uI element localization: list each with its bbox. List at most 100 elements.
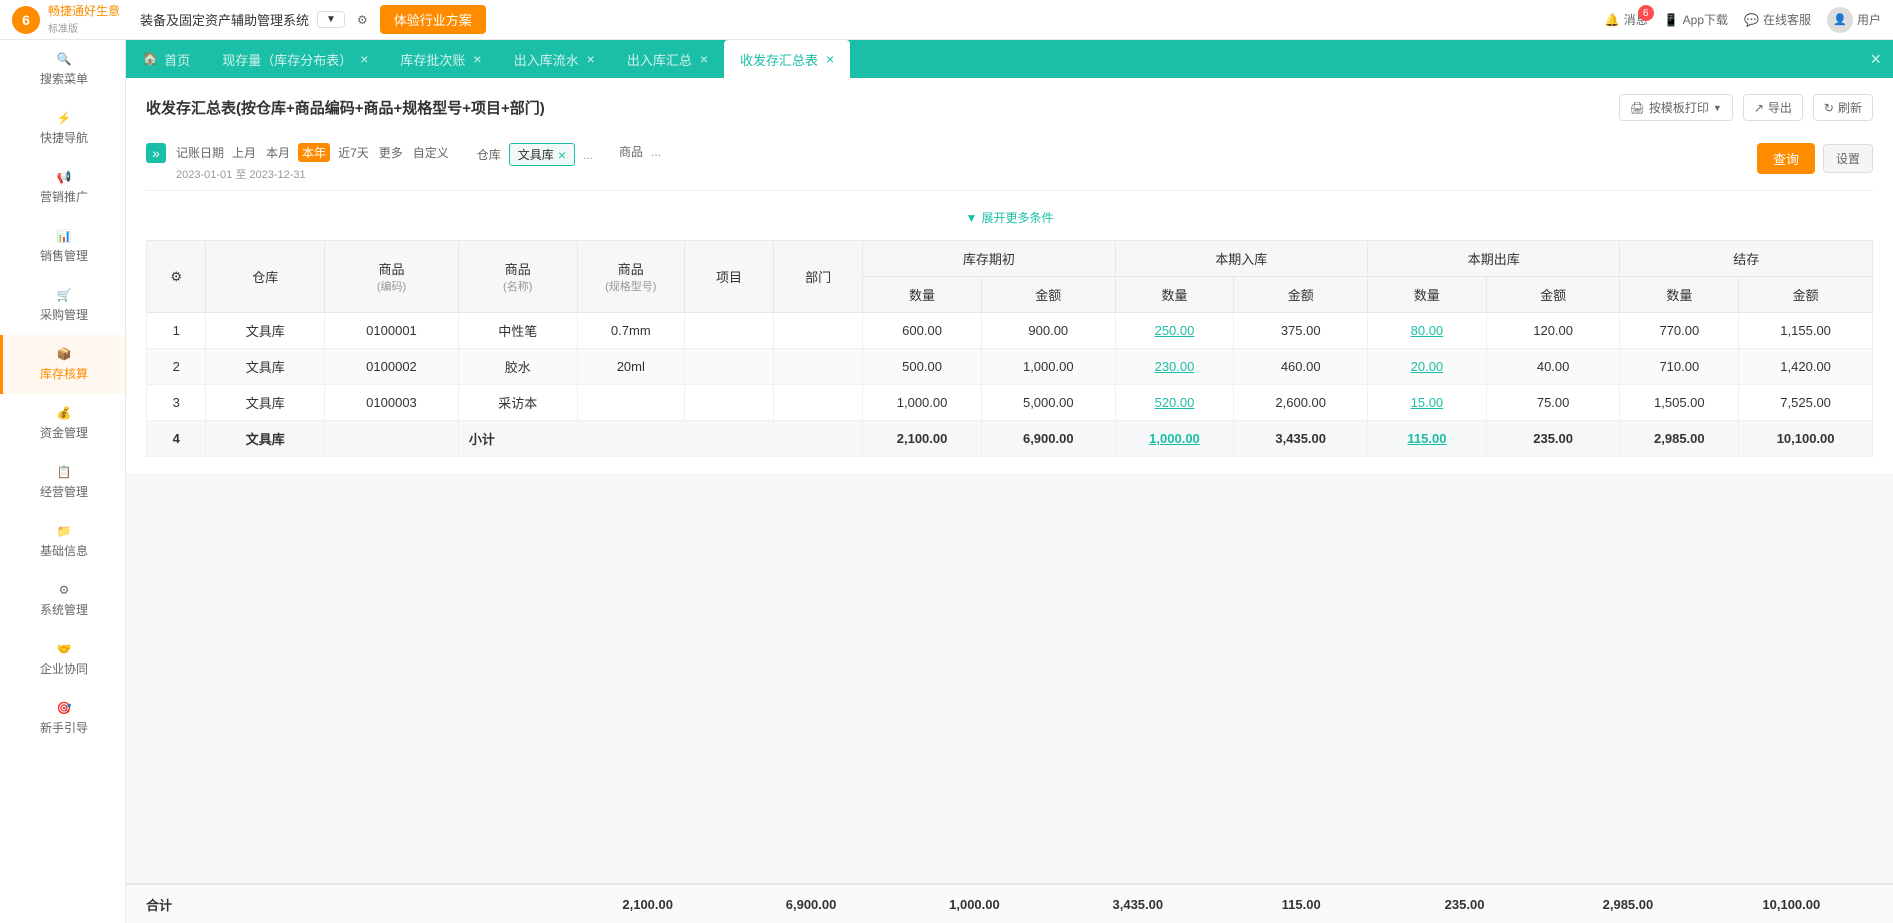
- print-label: 按模板打印: [1649, 99, 1709, 116]
- bell-icon: 🔔: [1605, 13, 1620, 27]
- warehouse-icon: 📦: [57, 347, 72, 361]
- th-name: 商品(名称): [458, 241, 577, 313]
- tab-bar: 🏠 首页 现存量（库存分布表） × 库存批次账 × 出入库流水 × 出入库汇总: [126, 40, 1893, 78]
- print-btn[interactable]: 🖨 按模板打印 ▼: [1619, 94, 1733, 121]
- service-icon: 💬: [1744, 13, 1759, 27]
- row-1-out-qty[interactable]: 80.00: [1368, 313, 1487, 349]
- row-3-out-amt: 75.00: [1486, 385, 1620, 421]
- sidebar-item-sales[interactable]: 📊 销售管理: [0, 217, 125, 276]
- total-open-qty: 2,100.00: [566, 897, 729, 912]
- sidebar-item-guide[interactable]: 🎯 新手引导: [0, 689, 125, 748]
- sidebar-item-quick-nav[interactable]: ⚡ 快捷导航: [0, 99, 125, 158]
- subtotal-in-qty[interactable]: 1,000.00: [1115, 421, 1234, 457]
- total-in-amt: 3,435.00: [1056, 897, 1219, 912]
- sidebar-item-purchase[interactable]: 🛒 采购管理: [0, 276, 125, 335]
- row-3-open-amt: 5,000.00: [981, 385, 1115, 421]
- content-area: 🏠 首页 现存量（库存分布表） × 库存批次账 × 出入库流水 × 出入库汇总: [126, 40, 1893, 923]
- warehouse-tag-close-icon[interactable]: ×: [558, 148, 566, 162]
- table-settings-icon: ⚙: [170, 269, 182, 284]
- row-3-in-qty[interactable]: 520.00: [1115, 385, 1234, 421]
- tab-bar-close-btn[interactable]: ×: [1870, 49, 1881, 70]
- sidebar-item-basic[interactable]: 📁 基础信息: [0, 512, 125, 571]
- subtotal-bal-amt: 10,100.00: [1739, 421, 1873, 457]
- system-title: 装备及固定资产辅助管理系统: [140, 10, 309, 29]
- expand-conditions-btn[interactable]: ▼ 展开更多条件: [966, 203, 1054, 232]
- sidebar-label-quick-nav: 快捷导航: [40, 129, 88, 146]
- row-2-project: [684, 349, 773, 385]
- app-download-label: App下载: [1683, 11, 1728, 28]
- tab-inout-summary[interactable]: 出入库汇总 ×: [611, 40, 724, 78]
- sidebar-item-system[interactable]: ⚙ 系统管理: [0, 571, 125, 630]
- sidebar-label-search: 搜索菜单: [40, 70, 88, 87]
- refresh-label: 刷新: [1838, 99, 1862, 116]
- query-action-section: 查询 设置: [1757, 143, 1873, 174]
- filter-expand-btn[interactable]: »: [146, 143, 166, 163]
- row-1-warehouse: 文具库: [206, 313, 325, 349]
- subtotal-out-qty[interactable]: 115.00: [1368, 421, 1487, 457]
- online-service-btn[interactable]: 💬 在线客服: [1744, 11, 1811, 28]
- export-btn[interactable]: ↗ 导出: [1743, 94, 1803, 121]
- user-label: 用户: [1857, 11, 1881, 28]
- tab-stock-dist[interactable]: 现存量（库存分布表） ×: [206, 40, 384, 78]
- row-3-open-qty: 1,000.00: [863, 385, 982, 421]
- subtotal-row: 4 文具库 小计 2,100.00 6,900.00 1,000.00 3,43…: [147, 421, 1873, 457]
- tab-recv-send-summary-close[interactable]: ×: [826, 52, 834, 66]
- row-2-in-qty[interactable]: 230.00: [1115, 349, 1234, 385]
- query-btn[interactable]: 查询: [1757, 143, 1815, 174]
- tab-batch-close[interactable]: ×: [473, 52, 481, 66]
- experience-btn[interactable]: 体验行业方案: [380, 5, 486, 34]
- warehouse-ellipsis[interactable]: ...: [583, 148, 593, 162]
- filter-settings-btn[interactable]: 设置: [1823, 144, 1873, 173]
- filter-bar: » 记账日期 上月 本月 本年 近7天 更多 自定义 2023: [146, 135, 1873, 191]
- row-1-in-qty[interactable]: 250.00: [1115, 313, 1234, 349]
- sidebar-item-finance[interactable]: 💰 资金管理: [0, 394, 125, 453]
- th-group-out: 本期出库: [1368, 241, 1620, 277]
- date-btn-custom[interactable]: 自定义: [411, 143, 451, 162]
- tab-inout-summary-close[interactable]: ×: [700, 52, 708, 66]
- sidebar-item-warehouse[interactable]: 📦 库存核算: [0, 335, 125, 394]
- tab-batch[interactable]: 库存批次账 ×: [384, 40, 497, 78]
- top-actions: 🔔 消息 6 📱 App下载 💬 在线客服 👤 用户: [1605, 7, 1881, 33]
- date-btn-last-month[interactable]: 上月: [230, 143, 258, 162]
- sidebar-item-search[interactable]: 🔍 搜索菜单: [0, 40, 125, 99]
- user-btn[interactable]: 👤 用户: [1827, 7, 1881, 33]
- message-btn[interactable]: 🔔 消息 6: [1605, 11, 1648, 28]
- date-btn-more[interactable]: 更多: [377, 143, 405, 162]
- row-2-out-qty[interactable]: 20.00: [1368, 349, 1487, 385]
- tab-recv-send-summary[interactable]: 收发存汇总表 ×: [724, 40, 850, 78]
- refresh-btn[interactable]: ↻ 刷新: [1813, 94, 1873, 121]
- sidebar-label-marketing: 营销推广: [40, 188, 88, 205]
- sidebar-item-marketing[interactable]: 📢 营销推广: [0, 158, 125, 217]
- settings-icon-btn[interactable]: ⚙: [353, 9, 372, 31]
- tab-home[interactable]: 🏠 首页: [126, 40, 206, 78]
- row-1-no: 1: [147, 313, 206, 349]
- app-download-btn[interactable]: 📱 App下载: [1664, 11, 1728, 28]
- goods-ellipsis[interactable]: ...: [651, 145, 661, 159]
- subtotal-no: 4: [147, 421, 206, 457]
- tab-inout-flow[interactable]: 出入库流水 ×: [498, 40, 611, 78]
- phone-icon: 📱: [1664, 13, 1679, 27]
- sales-icon: 📊: [57, 229, 72, 243]
- subtotal-open-qty: 2,100.00: [863, 421, 982, 457]
- th-group-open: 库存期初: [863, 241, 1115, 277]
- date-btn-7days[interactable]: 近7天: [336, 143, 371, 162]
- row-1-project: [684, 313, 773, 349]
- row-2-bal-qty: 710.00: [1620, 349, 1739, 385]
- system-selector[interactable]: ▼: [317, 11, 345, 28]
- sidebar-label-basic: 基础信息: [40, 542, 88, 559]
- subtotal-label: 小计: [458, 421, 862, 457]
- tab-stock-dist-close[interactable]: ×: [360, 52, 368, 66]
- sidebar-item-coop[interactable]: 🤝 企业协同: [0, 630, 125, 689]
- logo-area: 6 畅捷通好生意 标准版: [12, 4, 120, 35]
- th-bal-qty: 数量: [1620, 277, 1739, 313]
- th-group-in: 本期入库: [1115, 241, 1367, 277]
- row-3-out-qty[interactable]: 15.00: [1368, 385, 1487, 421]
- tab-inout-flow-close[interactable]: ×: [587, 52, 595, 66]
- date-btn-this-month[interactable]: 本月: [264, 143, 292, 162]
- th-settings[interactable]: ⚙: [147, 241, 206, 313]
- sidebar-item-manage[interactable]: 📋 经营管理: [0, 453, 125, 512]
- warehouse-filter-tag[interactable]: 文具库 ×: [509, 143, 575, 166]
- table-container: ⚙ 仓库 商品(编码) 商品(名称) 商品(规格型号) 项目 部门 库存期初 本…: [146, 240, 1873, 457]
- date-btn-this-year[interactable]: 本年: [298, 143, 330, 162]
- row-3-spec: [577, 385, 684, 421]
